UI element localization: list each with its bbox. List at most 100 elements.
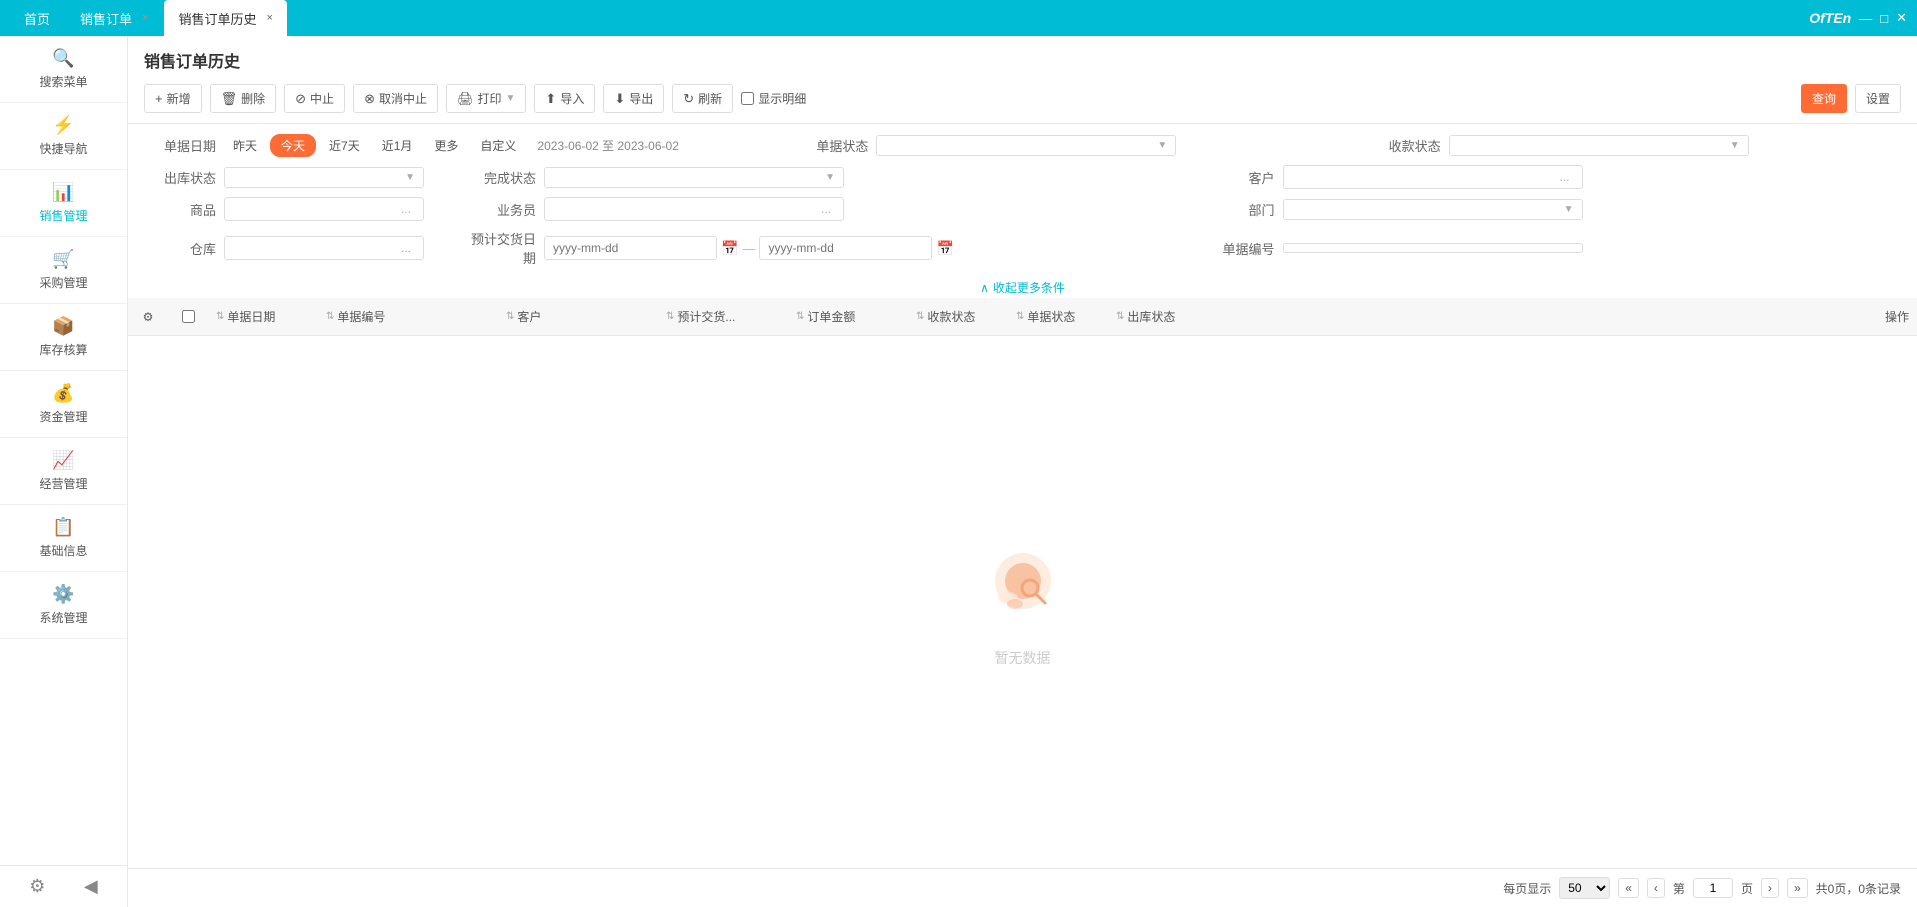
- dept-select[interactable]: ▼: [1283, 199, 1583, 220]
- page-number-input[interactable]: [1693, 878, 1733, 898]
- warehouse-dots[interactable]: ...: [397, 241, 415, 255]
- sidebar-item-base-info[interactable]: 📋 基础信息: [0, 505, 127, 572]
- page-header: 销售订单历史 + 新增 🗑 删除 ⊘ 中止 ⊗ 取消中止: [128, 36, 1917, 124]
- next-page-button[interactable]: ›: [1761, 878, 1779, 898]
- bill-status-select[interactable]: ▼: [876, 135, 1176, 156]
- delete-icon: 🗑: [221, 91, 238, 107]
- salesperson-label: 业务员: [464, 200, 544, 219]
- complete-status-group: 完成状态 ▼: [424, 167, 1163, 188]
- sidebar-item-inventory[interactable]: 📦 库存核算: [0, 304, 127, 371]
- product-dots[interactable]: ...: [397, 202, 415, 216]
- sidebar-collapse-icon[interactable]: ◀: [84, 876, 98, 897]
- stop-button[interactable]: ⊘ 中止: [284, 84, 345, 113]
- tab-sales-order-close[interactable]: ×: [142, 12, 148, 24]
- filter-section: 单据日期 昨天 今天 近7天 近1月 更多 自定义 2023-06-02 至 2…: [128, 124, 1917, 298]
- print-dropdown-icon: ▼: [506, 93, 516, 104]
- sales-order-tab-label: 销售订单: [80, 9, 132, 28]
- bill-number-input[interactable]: [1283, 243, 1583, 253]
- delivery-date-to[interactable]: [759, 236, 932, 260]
- print-label: 打印: [478, 90, 502, 107]
- settings-col-icon: ⚙: [143, 310, 154, 324]
- salesperson-dots[interactable]: ...: [817, 202, 835, 216]
- settings-gear-icon[interactable]: ⚙: [29, 876, 45, 897]
- prev-page-button[interactable]: ‹: [1647, 878, 1665, 898]
- sidebar-item-purchase-mgmt[interactable]: 🛒 采购管理: [0, 237, 127, 304]
- page-size-select[interactable]: 50 10 20 100: [1559, 877, 1610, 899]
- tab-sales-order[interactable]: 销售订单 ×: [66, 0, 162, 36]
- bill-number-label: 单据编号: [1203, 239, 1283, 258]
- complete-status-select[interactable]: ▼: [544, 167, 844, 188]
- display-cols-checkbox[interactable]: 显示明细: [741, 90, 806, 107]
- tab-home[interactable]: 首页: [10, 0, 64, 36]
- import-button[interactable]: ⬆ 导入: [534, 84, 595, 113]
- total-records: 共0页，0条记录: [1816, 880, 1901, 897]
- th-delivery[interactable]: ⇅ 预计交货...: [658, 298, 788, 335]
- cancel-stop-button[interactable]: ⊗ 取消中止: [353, 84, 438, 113]
- collapse-icon: ∧: [980, 281, 989, 295]
- salesperson-input[interactable]: ...: [544, 197, 844, 221]
- product-input[interactable]: ...: [224, 197, 424, 221]
- display-cols-input[interactable]: [741, 92, 754, 105]
- sidebar-item-label-inventory: 库存核算: [39, 341, 87, 358]
- th-amount[interactable]: ⇅ 订单金额: [788, 298, 908, 335]
- date-buttons-group: 昨天 今天 近7天 近1月 更多 自定义 2023-06-02 至 2023-0…: [224, 134, 679, 157]
- sidebar-item-operations[interactable]: 📈 经营管理: [0, 438, 127, 505]
- sidebar-item-search-menu[interactable]: 🔍 搜索菜单: [0, 36, 127, 103]
- sidebar-item-system[interactable]: ⚙️ 系统管理: [0, 572, 127, 639]
- receipt-status-select[interactable]: ▼: [1449, 135, 1749, 156]
- tab-sales-order-history-close[interactable]: ×: [266, 12, 272, 24]
- minimize-btn[interactable]: —: [1859, 11, 1872, 26]
- date-btn-yesterday[interactable]: 昨天: [224, 134, 266, 157]
- th-bill-status[interactable]: ⇅ 单据状态: [1008, 298, 1108, 335]
- sidebar-item-label-finance: 资金管理: [39, 408, 87, 425]
- calendar-to-icon[interactable]: 📅: [936, 240, 953, 257]
- out-status-label: 出库状态: [144, 168, 224, 187]
- customer-input[interactable]: ...: [1283, 165, 1583, 189]
- export-button[interactable]: ⬇ 导出: [603, 84, 664, 113]
- th-customer[interactable]: ⇅ 客户: [498, 298, 658, 335]
- th-number[interactable]: ⇅ 单据编号: [318, 298, 498, 335]
- th-pay-status[interactable]: ⇅ 收款状态: [908, 298, 1008, 335]
- sidebar-item-quick-nav[interactable]: ⚡ 快捷导航: [0, 103, 127, 170]
- print-button[interactable]: 🖨 打印 ▼: [446, 84, 526, 113]
- th-settings[interactable]: ⚙: [128, 300, 168, 334]
- bill-status-arrow: ▼: [1157, 140, 1167, 151]
- refresh-button[interactable]: ↻ 刷新: [672, 84, 733, 113]
- add-button[interactable]: + 新增: [144, 84, 202, 113]
- date-btn-1month[interactable]: 近1月: [373, 134, 422, 157]
- warehouse-label: 仓库: [144, 239, 224, 258]
- tab-sales-order-history[interactable]: 销售订单历史 ×: [164, 0, 286, 36]
- maximize-btn[interactable]: □: [1880, 11, 1888, 26]
- delivery-date-from[interactable]: [544, 236, 717, 260]
- warehouse-input[interactable]: ...: [224, 236, 424, 260]
- sidebar-item-label-ops: 经营管理: [39, 475, 87, 492]
- th-date-label: 单据日期: [227, 308, 275, 325]
- page-title: 销售订单历史: [144, 48, 1901, 72]
- content-area: 销售订单历史 + 新增 🗑 删除 ⊘ 中止 ⊗ 取消中止: [128, 36, 1917, 907]
- first-page-button[interactable]: «: [1618, 878, 1639, 898]
- last-page-button[interactable]: »: [1787, 878, 1808, 898]
- sidebar-item-finance[interactable]: 💰 资金管理: [0, 371, 127, 438]
- customer-dots[interactable]: ...: [1555, 170, 1573, 184]
- select-all-checkbox[interactable]: [182, 310, 195, 323]
- print-icon: 🖨: [457, 91, 474, 107]
- date-btn-custom[interactable]: 自定义: [471, 134, 525, 157]
- th-date[interactable]: ⇅ 单据日期: [208, 298, 318, 335]
- calendar-from-icon[interactable]: 📅: [721, 240, 738, 257]
- date-btn-more[interactable]: 更多: [425, 134, 467, 157]
- export-icon: ⬇: [614, 91, 625, 107]
- sidebar-item-sales-mgmt[interactable]: 📊 销售管理: [0, 170, 127, 237]
- date-btn-7days[interactable]: 近7天: [320, 134, 369, 157]
- close-btn-window[interactable]: ✕: [1896, 10, 1907, 26]
- delete-button[interactable]: 🗑 删除: [210, 84, 277, 113]
- out-status-select[interactable]: ▼: [224, 167, 424, 188]
- date-btn-today[interactable]: 今天: [270, 134, 316, 157]
- th-checkbox[interactable]: [168, 300, 208, 333]
- query-button[interactable]: 查询: [1801, 84, 1847, 113]
- query-label: 查询: [1812, 90, 1836, 107]
- settings-button[interactable]: 设置: [1855, 84, 1901, 113]
- sort-delivery-icon: ⇅: [666, 311, 674, 322]
- collapse-bar[interactable]: ∧ 收起更多条件: [144, 275, 1901, 298]
- table-area: ⚙ ⇅ 单据日期 ⇅ 单据编号 ⇅ 客户 ⇅: [128, 298, 1917, 868]
- th-out-status[interactable]: ⇅ 出库状态: [1108, 298, 1208, 335]
